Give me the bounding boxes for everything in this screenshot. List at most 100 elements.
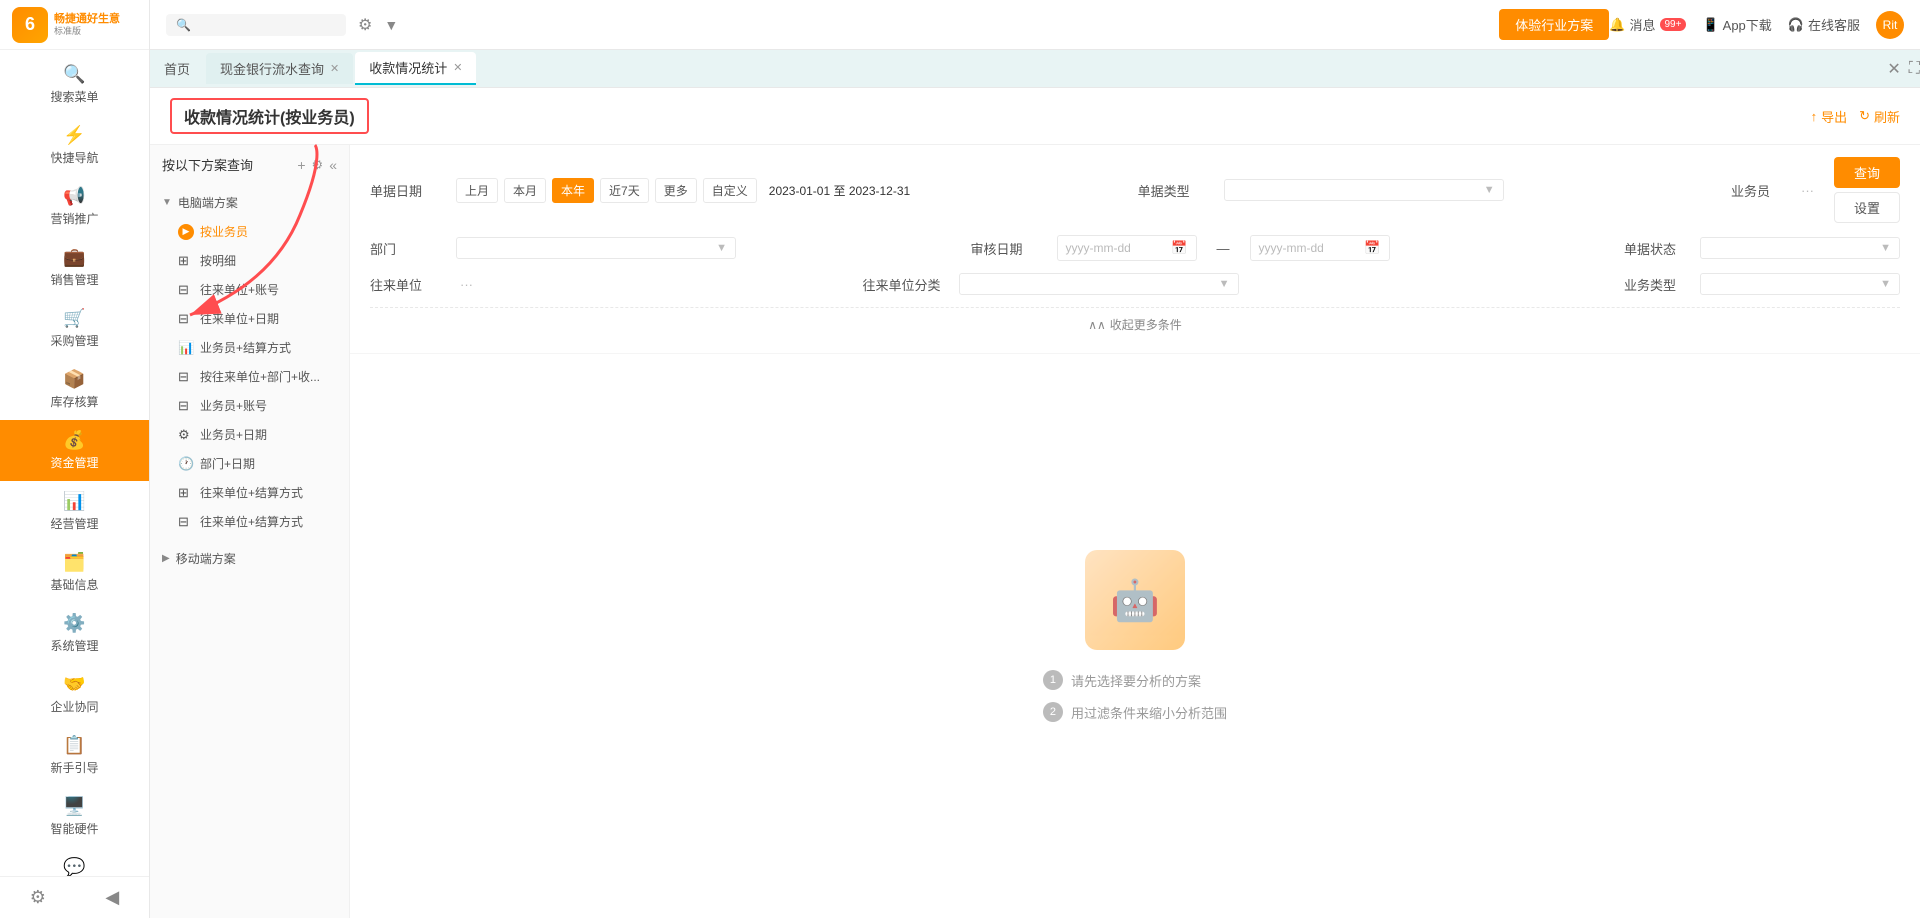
business-type-select[interactable]: ▼ xyxy=(1700,273,1900,295)
filter-actions: 查询 设置 xyxy=(1834,157,1900,223)
scheme-item-label-salesperson-account: 业务员+账号 xyxy=(200,397,267,414)
mobile-expand-arrow: ▶ xyxy=(162,553,170,564)
trial-button[interactable]: 体验行业方案 xyxy=(1499,9,1609,40)
filter-row-3: 往来单位 ··· 往来单位分类 ▼ 业务类型 ▼ xyxy=(370,273,1900,295)
table-icon-2: ⊟ xyxy=(178,311,194,327)
user-avatar[interactable]: Rit xyxy=(1876,11,1904,39)
money-icon: 💰 xyxy=(63,430,85,451)
tab-home[interactable]: 首页 xyxy=(150,53,204,84)
topbar-gear-icon[interactable]: ⚙ xyxy=(358,15,372,35)
collapse-panel-icon[interactable]: « xyxy=(329,157,337,173)
date-btn-this-year[interactable]: 本年 xyxy=(552,178,594,203)
table-icon-3: ⊟ xyxy=(178,369,194,385)
maximize-icon[interactable]: ⛶ xyxy=(1909,60,1920,78)
scheme-item-unit-settlement1[interactable]: ⊞ 往来单位+结算方式 xyxy=(150,478,349,507)
add-scheme-icon[interactable]: + xyxy=(297,157,305,173)
tab-bank-flow[interactable]: 现金银行流水查询 ✕ xyxy=(206,53,353,84)
review-to-placeholder: yyyy-mm-dd xyxy=(1259,241,1365,255)
review-date-label: 审核日期 xyxy=(971,239,1041,258)
date-btn-more[interactable]: 更多 xyxy=(655,178,697,203)
collapse-sidebar-icon[interactable]: ◀ xyxy=(105,887,119,908)
tab-bank-flow-close[interactable]: ✕ xyxy=(330,62,339,75)
sidebar-item-hardware[interactable]: 🖥️ 智能硬件 xyxy=(0,786,149,847)
step-1-text: 请先选择要分析的方案 xyxy=(1071,671,1201,690)
date-btn-this-month[interactable]: 本月 xyxy=(504,178,546,203)
date-options: 上月 本月 本年 近7天 更多 自定义 2023-01-01 至 2023-12… xyxy=(456,178,910,203)
settings-button[interactable]: 设置 xyxy=(1834,192,1900,223)
date-range-display: 2023-01-01 至 2023-12-31 xyxy=(769,182,910,199)
sidebar-item-marketing[interactable]: 📢 营销推广 xyxy=(0,176,149,237)
refresh-button[interactable]: ↻ 刷新 xyxy=(1859,107,1900,126)
grid-icon: ⊞ xyxy=(178,253,194,269)
sidebar-item-sales[interactable]: 💼 销售管理 xyxy=(0,237,149,298)
date-btn-7days[interactable]: 近7天 xyxy=(600,178,649,203)
scheme-item-dept-date[interactable]: 🕐 部门+日期 xyxy=(150,449,349,478)
collapse-filters-button[interactable]: ∧∧ 收起更多条件 xyxy=(370,307,1900,341)
scheme-item-salesperson-settlement[interactable]: 📊 业务员+结算方式 xyxy=(150,333,349,362)
sidebar-item-guide[interactable]: 📋 新手引导 xyxy=(0,725,149,786)
scheme-section-desktop: ▼ 电脑端方案 ▶ 按业务员 ⊞ 按明细 ⊟ 往来单位+账号 xyxy=(150,184,349,540)
counterparty-dots[interactable]: ··· xyxy=(460,277,473,292)
tab-receipt-stats-close[interactable]: ✕ xyxy=(453,61,462,74)
sidebar-item-quick-nav-label: 快捷导航 xyxy=(50,149,98,166)
scheme-item-unit-account[interactable]: ⊟ 往来单位+账号 xyxy=(150,275,349,304)
sidebar-item-stock[interactable]: 📦 库存核算 xyxy=(0,359,149,420)
dept-select[interactable]: ▼ xyxy=(456,237,736,259)
notification-badge: 99+ xyxy=(1660,18,1687,31)
notification-item[interactable]: 🔔 消息 99+ xyxy=(1609,15,1686,34)
flash-icon: ⚡ xyxy=(63,125,85,146)
review-date-from[interactable]: yyyy-mm-dd 📅 xyxy=(1057,235,1197,261)
desktop-section-header[interactable]: ▼ 电脑端方案 xyxy=(150,188,349,217)
gear-icon-2: ⚙ xyxy=(178,427,194,443)
scheme-item-by-unit-dept[interactable]: ⊟ 按往来单位+部门+收... xyxy=(150,362,349,391)
scheme-item-salesperson-account[interactable]: ⊟ 业务员+账号 xyxy=(150,391,349,420)
tab-receipt-stats[interactable]: 收款情况统计 ✕ xyxy=(355,52,476,85)
voucher-status-select[interactable]: ▼ xyxy=(1700,237,1900,259)
business-type-label: 业务类型 xyxy=(1624,275,1684,294)
counterparty-category-select[interactable]: ▼ xyxy=(959,273,1239,295)
sidebar-item-system[interactable]: ⚙️ 系统管理 xyxy=(0,603,149,664)
sidebar-item-basic[interactable]: 🗂️ 基础信息 xyxy=(0,542,149,603)
scheme-item-unit-settlement2[interactable]: ⊟ 往来单位+结算方式 xyxy=(150,507,349,536)
voucher-type-arrow: ▼ xyxy=(1484,184,1495,196)
page-header: 收款情况统计(按业务员) ↑ 导出 ↻ 刷新 xyxy=(150,88,1920,145)
close-window-icon[interactable]: ✕ xyxy=(1887,59,1900,79)
sidebar-item-purchase[interactable]: 🛒 采购管理 xyxy=(0,298,149,359)
scheme-gear-icon[interactable]: ⚙ xyxy=(312,157,324,173)
bar-chart-icon: 📊 xyxy=(178,340,194,356)
sidebar-item-quick-nav[interactable]: ⚡ 快捷导航 xyxy=(0,115,149,176)
chat-icon: 💬 xyxy=(63,857,85,876)
online-service-item[interactable]: 🎧 在线客服 xyxy=(1788,15,1860,34)
scheme-item-label-unit-account: 往来单位+账号 xyxy=(200,281,279,298)
sidebar-item-purchase-label: 采购管理 xyxy=(50,332,98,349)
scheme-item-unit-date[interactable]: ⊟ 往来单位+日期 xyxy=(150,304,349,333)
settings-bottom-icon[interactable]: ⚙ xyxy=(30,887,46,908)
sidebar-item-operation[interactable]: 📊 经营管理 xyxy=(0,481,149,542)
sidebar-item-enterprise[interactable]: 🤝 企业协同 xyxy=(0,664,149,725)
logo-icon: 6 xyxy=(12,7,48,43)
calendar-icon-from: 📅 xyxy=(1171,240,1187,256)
scheme-item-by-salesperson[interactable]: ▶ 按业务员 xyxy=(150,217,349,246)
voucher-type-select[interactable]: ▼ xyxy=(1224,179,1504,201)
topbar-chevron-icon[interactable]: ▼ xyxy=(384,17,398,33)
scheme-item-by-detail[interactable]: ⊞ 按明细 xyxy=(150,246,349,275)
sidebar-item-finance[interactable]: 💰 资金管理 xyxy=(0,420,149,481)
sidebar-item-search[interactable]: 🔍 搜索菜单 xyxy=(0,54,149,115)
export-button[interactable]: ↑ 导出 xyxy=(1811,107,1848,126)
review-date-to[interactable]: yyyy-mm-dd 📅 xyxy=(1250,235,1390,261)
scheme-item-salesperson-date[interactable]: ⚙ 业务员+日期 xyxy=(150,420,349,449)
scheme-item-label-unit-date: 往来单位+日期 xyxy=(200,310,279,327)
date-btn-last-month[interactable]: 上月 xyxy=(456,178,498,203)
salesperson-dots[interactable]: ··· xyxy=(1801,183,1814,198)
query-button[interactable]: 查询 xyxy=(1834,157,1900,188)
mobile-section-header[interactable]: ▶ 移动端方案 xyxy=(150,544,349,573)
sidebar-item-wechat[interactable]: 💬 企业微信 xyxy=(0,847,149,876)
clipboard-icon: 📋 xyxy=(63,735,85,756)
megaphone-icon: 📢 xyxy=(63,186,85,207)
filter-area: 单据日期 上月 本月 本年 近7天 更多 自定义 2023-01-01 至 20… xyxy=(350,145,1920,354)
sidebar-item-enterprise-label: 企业协同 xyxy=(50,698,98,715)
headset-icon: 🎧 xyxy=(1788,17,1804,33)
topbar-search[interactable]: 🔍 xyxy=(166,14,346,36)
app-download-item[interactable]: 📱 App下载 xyxy=(1702,15,1771,34)
date-btn-custom[interactable]: 自定义 xyxy=(703,178,757,203)
